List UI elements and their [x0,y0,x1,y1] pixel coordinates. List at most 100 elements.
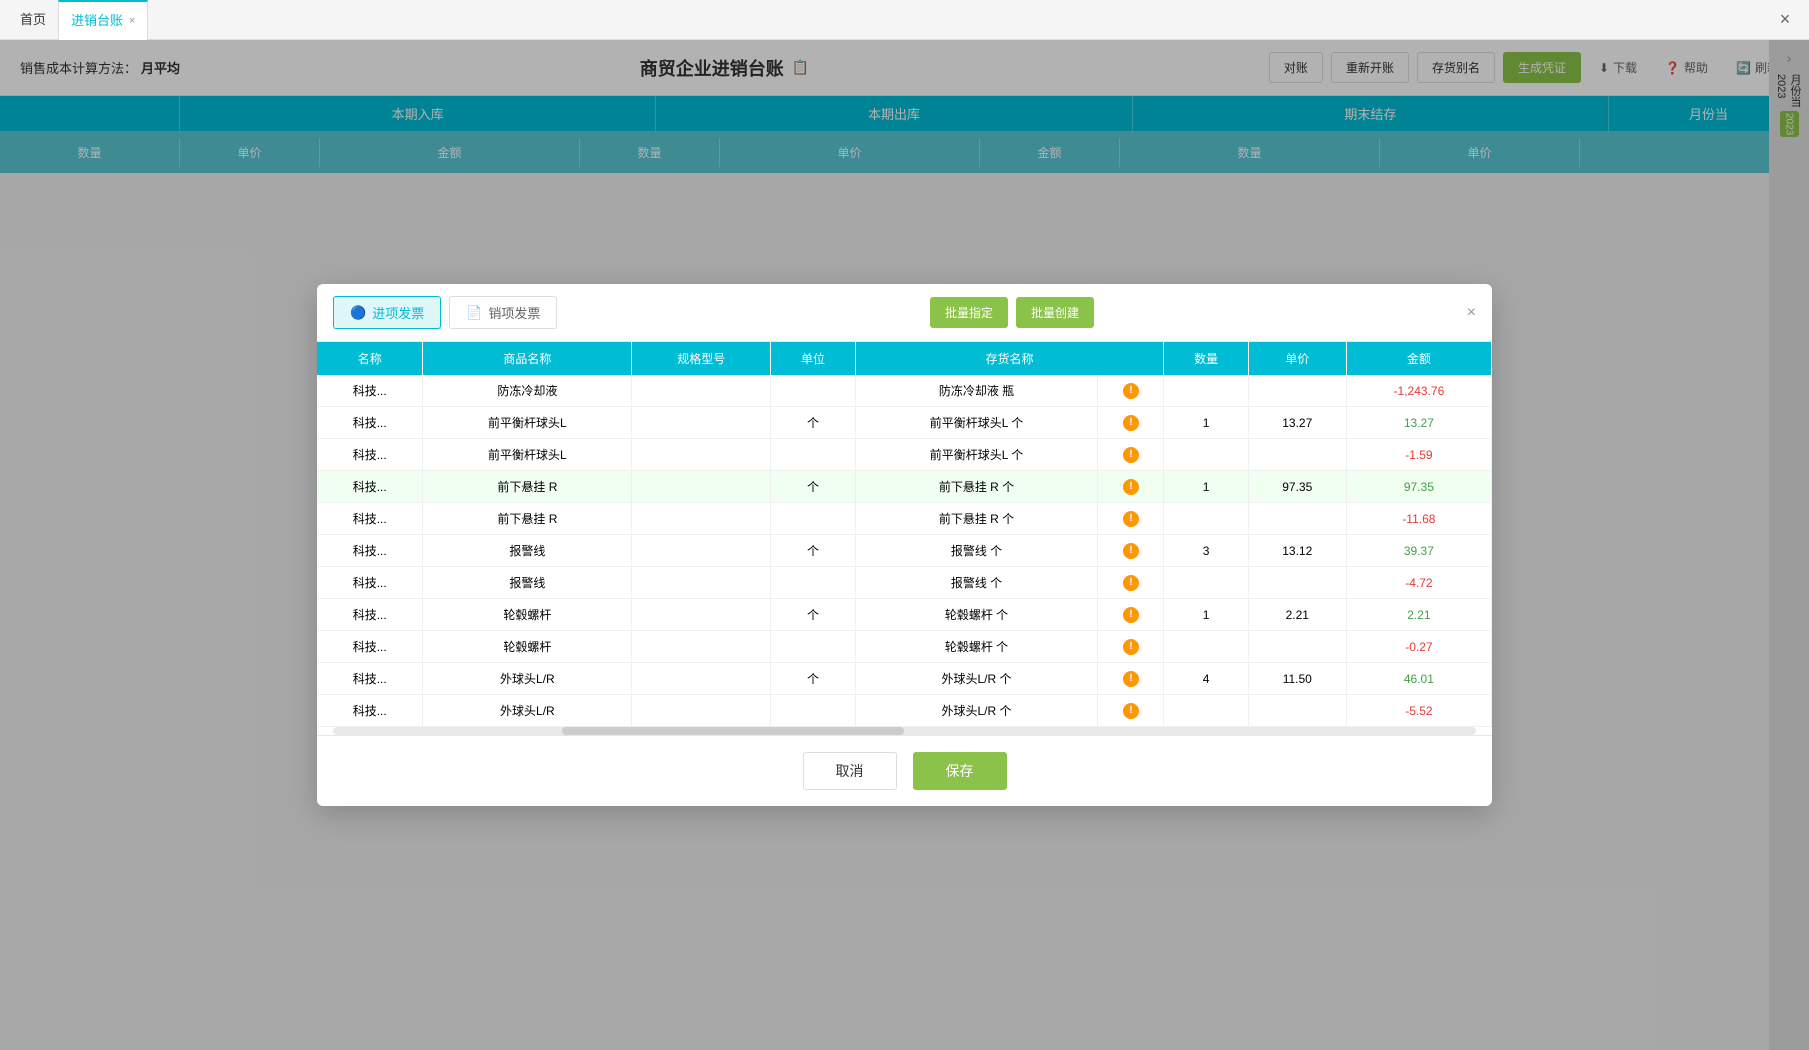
tab-sales-invoice[interactable]: 📄 销项发票 [449,296,557,329]
cell-product: 外球头L/R [423,663,632,695]
tab-close-icon[interactable]: × [129,1,135,41]
tab-purchase-invoice[interactable]: 🔵 进项发票 [333,296,441,329]
warning-icon: ! [1123,447,1139,463]
cell-qty [1164,567,1248,599]
main-area: 销售成本计算方法： 月平均 商贸企业进销台账 📋 对账 重新开账 存货别名 生成… [0,40,1809,1050]
cell-warn: ! [1098,471,1164,503]
table-row: 科技... 外球头L/R 个 外球头L/R 个 ! 4 11.50 46.01 [317,663,1492,695]
table-row: 科技... 防冻冷却液 防冻冷却液 瓶 ! -1,243.76 [317,375,1492,407]
window-close-button[interactable]: × [1769,4,1801,36]
cell-unit [771,375,855,407]
cell-spec [632,695,771,727]
dialog-table-wrap[interactable]: 名称 商品名称 规格型号 单位 存货名称 数量 单价 金额 科技... 防冻冷却… [317,342,1492,727]
cell-warn: ! [1098,663,1164,695]
cell-inventory: 前平衡杆球头L 个 [855,439,1098,471]
cell-name: 科技... [317,535,423,567]
table-row: 科技... 报警线 报警线 个 ! -4.72 [317,567,1492,599]
th-amount: 金额 [1346,342,1491,375]
cell-price [1248,503,1346,535]
cell-product: 报警线 [423,535,632,567]
warning-icon: ! [1123,479,1139,495]
warning-icon: ! [1123,671,1139,687]
btn-batch-assign[interactable]: 批量指定 [930,297,1008,328]
horizontal-scrollbar[interactable] [333,727,1476,735]
cell-name: 科技... [317,567,423,599]
cell-amount: 39.37 [1346,535,1491,567]
cell-qty [1164,695,1248,727]
warning-icon: ! [1123,511,1139,527]
table-row: 科技... 前平衡杆球头L 前平衡杆球头L 个 ! -1.59 [317,439,1492,471]
th-spec: 规格型号 [632,342,771,375]
cell-unit: 个 [771,599,855,631]
dialog-footer: 取消 保存 [317,735,1492,806]
th-inventory: 存货名称 [855,342,1164,375]
dialog: 🔵 进项发票 📄 销项发票 批量指定 批量创建 × [317,284,1492,806]
cell-product: 报警线 [423,567,632,599]
cell-inventory: 前平衡杆球头L 个 [855,407,1098,439]
cell-warn: ! [1098,631,1164,663]
cell-unit [771,503,855,535]
cell-qty: 1 [1164,599,1248,631]
table-row: 科技... 外球头L/R 外球头L/R 个 ! -5.52 [317,695,1492,727]
cell-spec [632,631,771,663]
btn-batch-create[interactable]: 批量创建 [1016,297,1094,328]
cell-unit [771,695,855,727]
cell-price: 11.50 [1248,663,1346,695]
cell-product: 前平衡杆球头L [423,407,632,439]
th-price: 单价 [1248,342,1346,375]
cell-inventory: 报警线 个 [855,567,1098,599]
cell-spec [632,503,771,535]
dialog-close-button[interactable]: × [1467,304,1476,322]
tab-active[interactable]: 进销台账 × [58,0,148,40]
cell-inventory: 外球头L/R 个 [855,663,1098,695]
cell-amount: -1,243.76 [1346,375,1491,407]
th-qty: 数量 [1164,342,1248,375]
cell-amount: 97.35 [1346,471,1491,503]
cell-product: 前下悬挂 R [423,503,632,535]
table-row: 科技... 前下悬挂 R 前下悬挂 R 个 ! -11.68 [317,503,1492,535]
table-row: 科技... 轮毂螺杆 个 轮毂螺杆 个 ! 1 2.21 2.21 [317,599,1492,631]
dialog-header: 🔵 进项发票 📄 销项发票 批量指定 批量创建 × [317,284,1492,342]
cell-warn: ! [1098,599,1164,631]
invoice-table-body: 科技... 防冻冷却液 防冻冷却液 瓶 ! -1,243.76 科技... 前平… [317,375,1492,727]
cell-name: 科技... [317,663,423,695]
btn-save[interactable]: 保存 [913,752,1007,790]
table-row: 科技... 轮毂螺杆 轮毂螺杆 个 ! -0.27 [317,631,1492,663]
table-header-row: 名称 商品名称 规格型号 单位 存货名称 数量 单价 金额 [317,342,1492,375]
th-product: 商品名称 [423,342,632,375]
cell-inventory: 前下悬挂 R 个 [855,471,1098,503]
cell-inventory: 报警线 个 [855,535,1098,567]
cell-warn: ! [1098,407,1164,439]
tab-active-label: 进销台账 [71,1,123,41]
cell-unit [771,631,855,663]
cell-price [1248,695,1346,727]
cell-product: 防冻冷却液 [423,375,632,407]
cell-qty: 4 [1164,663,1248,695]
cell-product: 前下悬挂 R [423,471,632,503]
cell-name: 科技... [317,471,423,503]
cell-unit [771,439,855,471]
warning-icon: ! [1123,543,1139,559]
warning-icon: ! [1123,607,1139,623]
warning-icon: ! [1123,575,1139,591]
cell-amount: -5.52 [1346,695,1491,727]
cell-unit [771,567,855,599]
cell-spec [632,439,771,471]
cell-qty [1164,375,1248,407]
cell-amount: -0.27 [1346,631,1491,663]
cell-price: 13.12 [1248,535,1346,567]
tab-sales-icon: 📄 [466,305,482,321]
cell-amount: 46.01 [1346,663,1491,695]
cell-name: 科技... [317,695,423,727]
cell-qty [1164,439,1248,471]
tab-home[interactable]: 首页 [8,0,58,40]
btn-cancel[interactable]: 取消 [803,752,897,790]
cell-unit: 个 [771,663,855,695]
tab-purchase-label: 进项发票 [372,303,424,322]
cell-inventory: 防冻冷却液 瓶 [855,375,1098,407]
cell-qty [1164,631,1248,663]
scroll-thumb [562,727,905,735]
cell-spec [632,375,771,407]
tab-sales-label: 销项发票 [488,303,540,322]
cell-price: 97.35 [1248,471,1346,503]
